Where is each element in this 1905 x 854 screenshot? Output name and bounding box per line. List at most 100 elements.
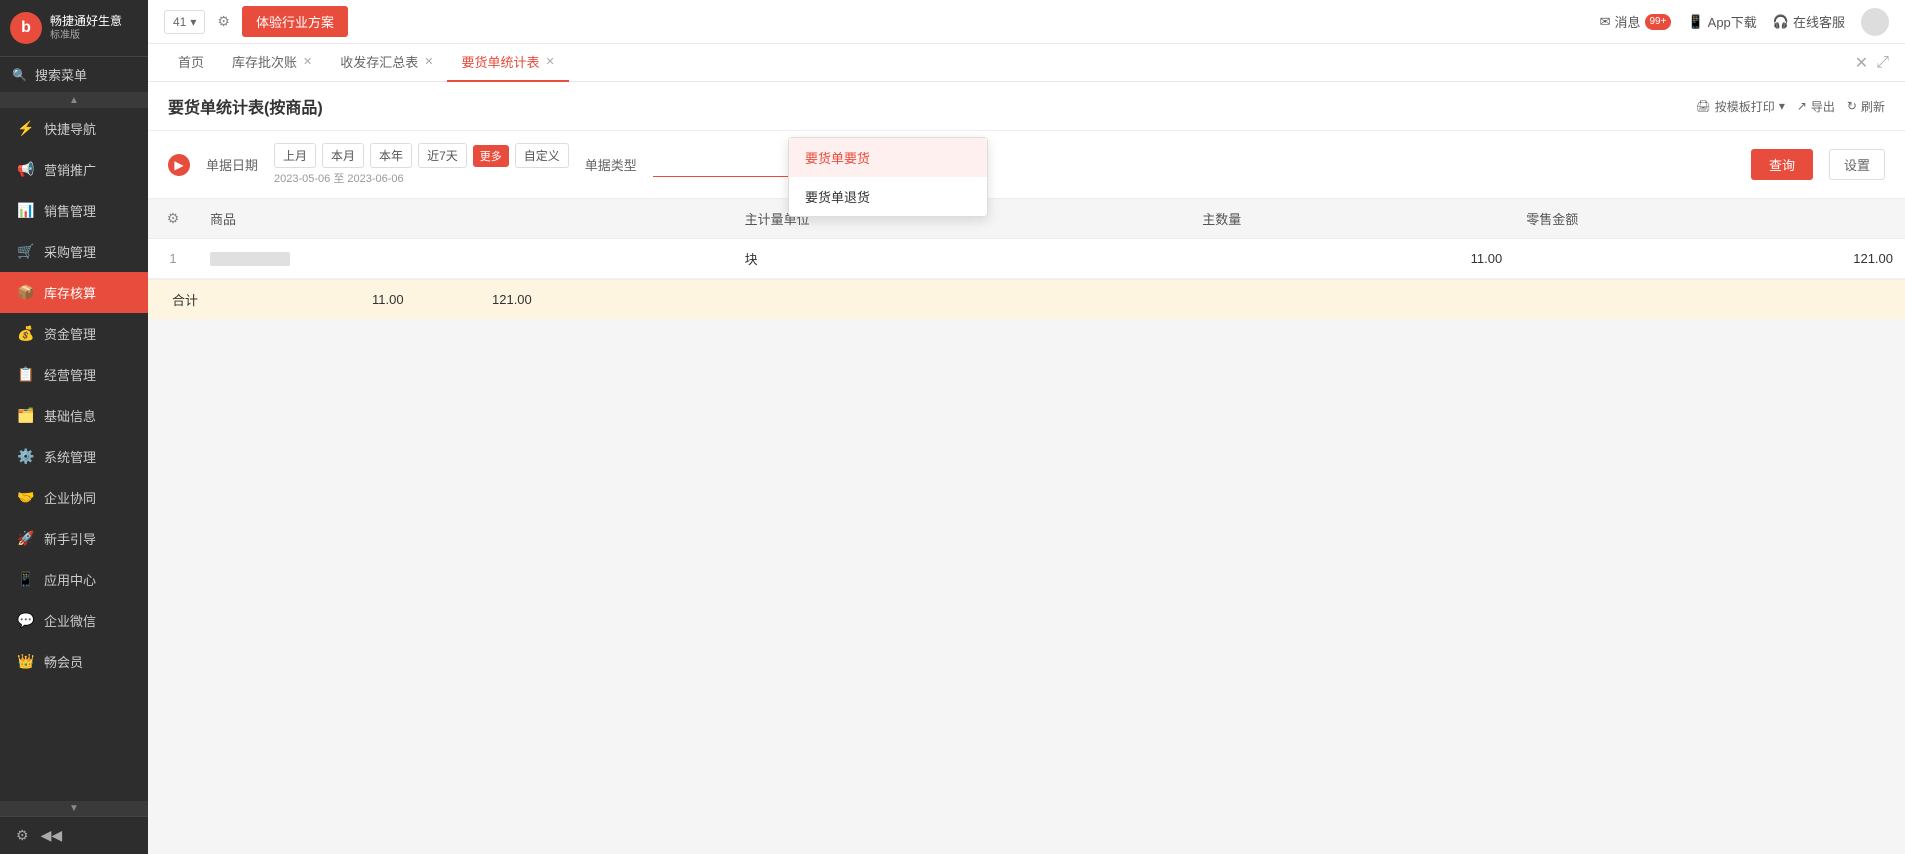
table-footer: 合计 11.00 121.00 [148, 279, 1905, 319]
settings-icon[interactable]: ⚙ [16, 827, 29, 844]
tab-expand-icon[interactable]: ⤢ [1876, 54, 1889, 72]
sidebar-bottom: ⚙ ◀◀ [0, 816, 148, 854]
sidebar: b 畅捷通好生意 标准版 🔍 搜索菜单 ▲ ⚡快捷导航 📢 营销推广 📊 销售管理 🛒 采购… [0, 0, 148, 854]
sidebar-item-finance[interactable]: 💰资金管理 [0, 313, 148, 354]
date-last-month-btn[interactable]: 上月 [274, 143, 316, 168]
date-custom-btn[interactable]: 自定义 [515, 143, 569, 168]
sidebar-item-appcenter[interactable]: 📱应用中心 [0, 559, 148, 600]
tab-inventory-batch[interactable]: 库存批次账 ✕ [218, 44, 326, 82]
sidebar-item-purchase[interactable]: 🛒 采购管理 [0, 231, 148, 272]
nav-scroll-up[interactable]: ▲ [0, 93, 148, 108]
sidebar-item-marketing[interactable]: 📢 营销推广 [0, 149, 148, 190]
tab-close-all-icon[interactable]: ✕ [1855, 53, 1868, 73]
topbar-left: 41 ▾ ⚙ 体验行业方案 [164, 6, 348, 37]
cell-quantity: 11.00 [1190, 239, 1514, 279]
sidebar-item-member[interactable]: 👑 畅会员 [0, 641, 148, 682]
nav-icon-sales: 📊 [16, 202, 36, 219]
table-settings-icon[interactable]: ⚙ [167, 210, 180, 226]
nav-label-newguide: 新手引导 [44, 529, 96, 548]
nav-icon-quick-nav: ⚡ [16, 120, 36, 137]
date-buttons: 上月 本月 本年 近7天 更多 自定义 [274, 143, 569, 168]
cell-no: 1 [148, 239, 198, 279]
nav-icon-purchase: 🛒 [16, 243, 36, 260]
export-btn[interactable]: ↗ 导出 [1797, 98, 1835, 115]
product-placeholder [210, 252, 290, 266]
nav-icon-enterprise: 🤝 [16, 489, 36, 506]
col-quantity: 主数量 [1190, 199, 1514, 239]
dropdown-item-1[interactable]: 要货单退货 [789, 177, 987, 216]
sidebar-item-operations[interactable]: 📋经营管理 [0, 354, 148, 395]
cell-amount: 121.00 [1514, 239, 1905, 279]
refresh-icon: ↻ [1847, 99, 1857, 113]
table-row: 1 块 11.00 121.00 [148, 239, 1905, 279]
nav-label-marketing: 营销推广 [44, 160, 96, 179]
sidebar-nav: ⚡快捷导航 📢 营销推广 📊 销售管理 🛒 采购管理 📦库存核算💰资金管理📋经营管理🗂️基础信… [0, 108, 148, 801]
user-avatar[interactable] [1861, 8, 1889, 36]
tab-order-stats[interactable]: 要货单统计表 ✕ [447, 44, 568, 82]
message-btn[interactable]: ✉ 消息 99+ [1600, 12, 1672, 31]
collapse-icon[interactable]: ◀◀ [41, 827, 63, 844]
industry-btn[interactable]: 体验行业方案 [242, 6, 348, 37]
content-area: 要货单统计表(按商品) 🖨 按模板打印 ▾ ↗ 导出 ↻ 刷新 ▶ [148, 82, 1905, 854]
page-title: 要货单统计表(按商品) [168, 94, 323, 118]
sidebar-item-system[interactable]: ⚙️ 系统管理 [0, 436, 148, 477]
sidebar-item-sales[interactable]: 📊 销售管理 [0, 190, 148, 231]
nav-label-member: 畅会员 [44, 652, 83, 671]
query-btn[interactable]: 查询 [1751, 149, 1813, 180]
nav-label-sales: 销售管理 [44, 201, 96, 220]
tab-home[interactable]: 首页 [164, 44, 218, 82]
nav-icon-marketing: 📢 [16, 161, 36, 178]
sidebar-item-newguide[interactable]: 🚀新手引导 [0, 518, 148, 559]
tab-recv-summary[interactable]: 收发存汇总表 ✕ [326, 44, 447, 82]
tab-close-order-stats[interactable]: ✕ [546, 55, 555, 68]
print-template-btn[interactable]: 🖨 按模板打印 ▾ [1696, 98, 1785, 115]
sidebar-item-enterprise[interactable]: 🤝企业协同 [0, 477, 148, 518]
dropdown-item-0[interactable]: 要货单要货 [789, 138, 987, 177]
nav-label-system: 系统管理 [44, 447, 96, 466]
online-service-btn[interactable]: 🎧 在线客服 [1773, 12, 1845, 31]
date-7days-btn[interactable]: 近7天 [418, 143, 467, 168]
main-area: 41 ▾ ⚙ 体验行业方案 ✉ 消息 99+ 📱 App下载 🎧 在线客服 [148, 0, 1905, 854]
date-this-month-btn[interactable]: 本月 [322, 143, 364, 168]
data-table: ⚙ 商品 主计量单位 主数量 零售金额 1 块 [148, 199, 1905, 279]
sidebar-item-quick-nav[interactable]: ⚡快捷导航 [0, 108, 148, 149]
footer-amount: 121.00 [480, 292, 600, 307]
tab-label-recv-summary: 收发存汇总表 [340, 52, 418, 71]
col-settings[interactable]: ⚙ [148, 199, 198, 239]
refresh-btn[interactable]: ↻ 刷新 [1847, 98, 1885, 115]
company-selector[interactable]: 41 ▾ [164, 10, 205, 34]
app-download-btn[interactable]: 📱 App下载 [1687, 12, 1756, 31]
sidebar-item-basic[interactable]: 🗂️基础信息 [0, 395, 148, 436]
table-wrap: ⚙ 商品 主计量单位 主数量 零售金额 1 块 [148, 199, 1905, 279]
sidebar-item-inventory[interactable]: 📦库存核算 [0, 272, 148, 313]
nav-icon-appcenter: 📱 [16, 571, 36, 588]
date-filter-group: 上月 本月 本年 近7天 更多 自定义 2023-05-06 至 2023-06… [274, 143, 569, 186]
logo-text: 畅捷通好生意 标准版 [50, 14, 122, 43]
date-filter-label: 单据日期 [206, 155, 258, 174]
nav-icon-basic: 🗂️ [16, 407, 36, 424]
page-header: 要货单统计表(按商品) 🖨 按模板打印 ▾ ↗ 导出 ↻ 刷新 [148, 82, 1905, 131]
sidebar-search[interactable]: 🔍 搜索菜单 [0, 57, 148, 93]
cell-unit: 块 [733, 239, 1191, 279]
sidebar-item-wechat[interactable]: 💬企业微信 [0, 600, 148, 641]
logo-icon: b [10, 12, 42, 44]
tab-close-recv-summary[interactable]: ✕ [424, 55, 433, 68]
nav-icon-system: ⚙️ [16, 448, 36, 465]
nav-icon-member: 👑 [16, 653, 36, 670]
nav-label-operations: 经营管理 [44, 365, 96, 384]
table-header: ⚙ 商品 主计量单位 主数量 零售金额 [148, 199, 1905, 239]
export-icon: ↗ [1797, 99, 1807, 113]
tab-close-inventory-batch[interactable]: ✕ [303, 55, 312, 68]
print-icon: 🖨 [1696, 99, 1711, 113]
filter-settings-btn[interactable]: 设置 [1829, 149, 1885, 180]
date-this-year-btn[interactable]: 本年 [370, 143, 412, 168]
cell-product [198, 239, 733, 279]
nav-scroll-down[interactable]: ▼ [0, 801, 148, 816]
nav-label-inventory: 库存核算 [44, 283, 96, 302]
print-arrow-icon: ▾ [1779, 99, 1785, 113]
filter-expand-btn[interactable]: ▶ [168, 154, 190, 176]
nav-label-purchase: 采购管理 [44, 242, 96, 261]
topbar-gear-icon[interactable]: ⚙ [217, 13, 230, 30]
type-dropdown: 要货单要货 要货单退货 [788, 137, 988, 217]
date-more-btn[interactable]: 更多 [473, 145, 509, 167]
